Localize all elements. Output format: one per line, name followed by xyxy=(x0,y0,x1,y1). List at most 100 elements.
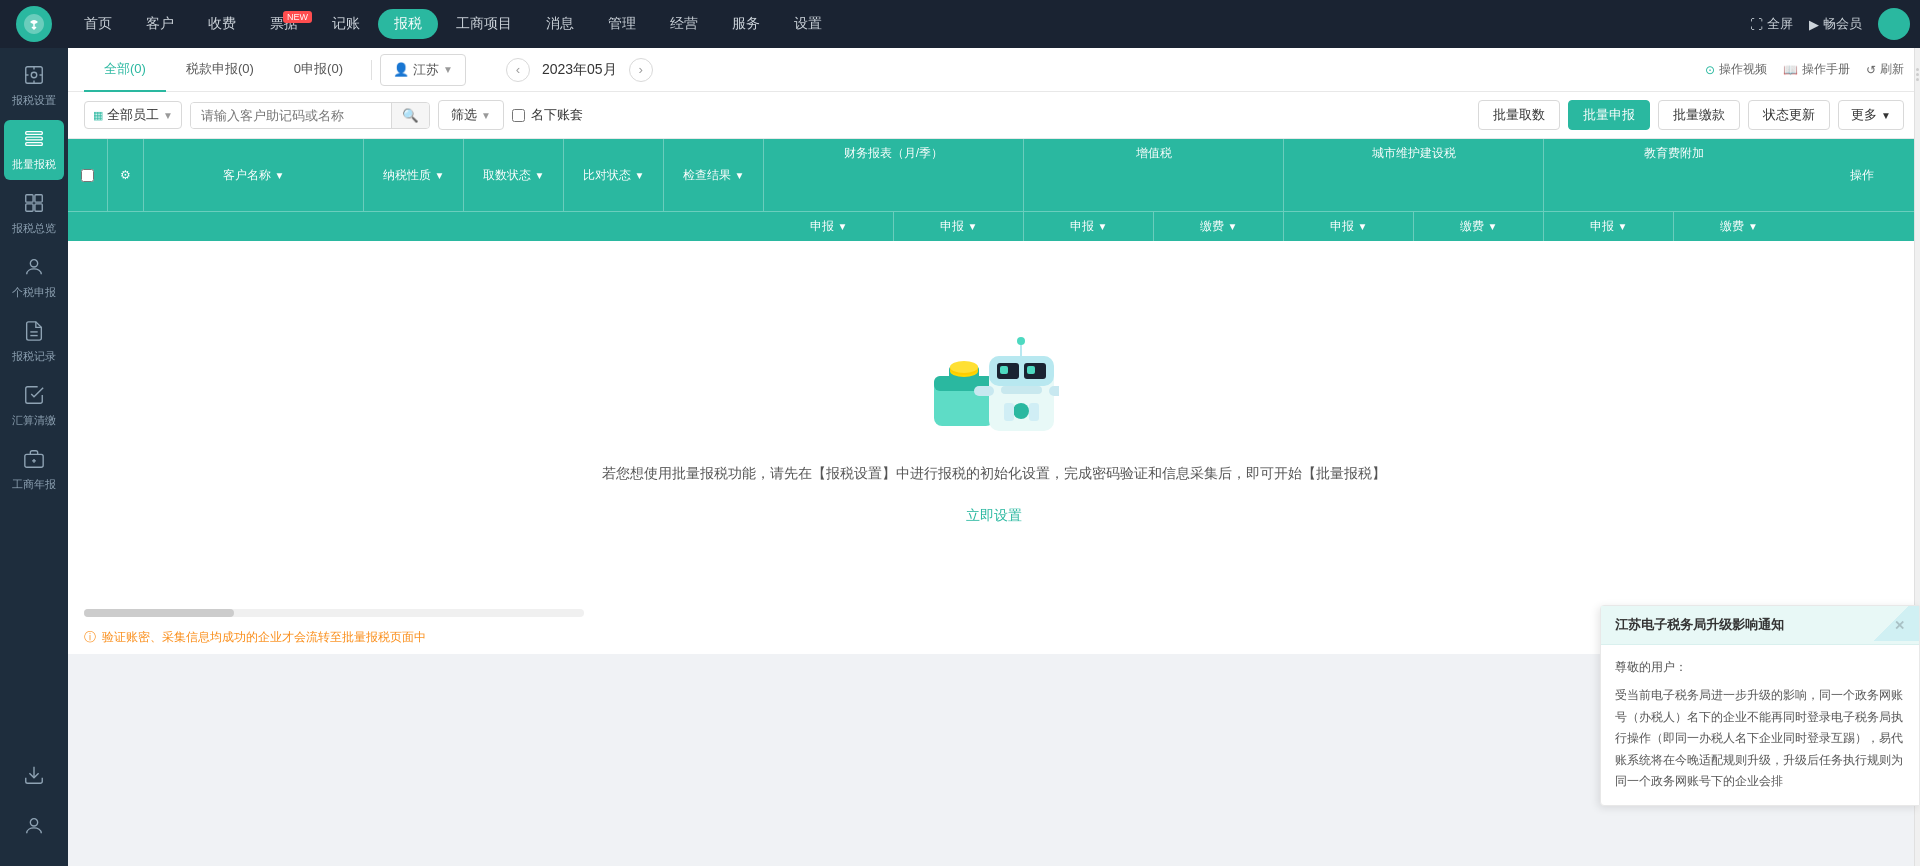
financial-declare-filter-icon[interactable]: ▼ xyxy=(838,221,848,232)
refresh-button[interactable]: ↺ 刷新 xyxy=(1866,61,1904,78)
tab-all[interactable]: 全部(0) xyxy=(84,48,166,92)
sidebar-item-batch-tax[interactable]: 批量报税 xyxy=(4,120,64,180)
svg-point-26 xyxy=(950,361,978,373)
prev-month-button[interactable]: ‹ xyxy=(506,58,530,82)
book-icon: 📖 xyxy=(1783,63,1798,77)
svg-rect-8 xyxy=(26,143,43,146)
city-declare-filter-icon[interactable]: ▼ xyxy=(1358,221,1368,232)
resize-dot xyxy=(1916,68,1919,71)
tab-zero-declare[interactable]: 0申报(0) xyxy=(274,48,363,92)
refresh-icon: ↺ xyxy=(1866,63,1876,77)
nav-operation[interactable]: 经营 xyxy=(654,9,714,39)
sidebar-account[interactable] xyxy=(15,807,53,850)
account-checkbox[interactable] xyxy=(512,109,525,122)
svg-rect-33 xyxy=(1001,386,1042,394)
warning-icon: ⓘ xyxy=(84,629,96,646)
select-all-checkbox[interactable] xyxy=(81,169,94,182)
vat-declare-filter-icon[interactable]: ▼ xyxy=(1098,221,1108,232)
financial-declare2-header: 申报 ▼ xyxy=(894,212,1024,241)
nav-manage[interactable]: 管理 xyxy=(592,9,652,39)
setup-link[interactable]: 立即设置 xyxy=(966,507,1022,525)
compare-status-filter-icon[interactable]: ▼ xyxy=(635,170,645,181)
horizontal-scrollbar[interactable] xyxy=(84,609,584,617)
current-date: 2023年05月 xyxy=(542,61,617,79)
customer-filter-icon[interactable]: ▼ xyxy=(275,170,285,181)
column-settings-icon[interactable]: ⚙ xyxy=(120,168,131,182)
batch-declare-button[interactable]: 批量申报 xyxy=(1568,100,1650,130)
sidebar-label-personal-tax: 个税申报 xyxy=(12,285,56,300)
svg-point-20 xyxy=(30,819,37,826)
video-help[interactable]: ⊙ 操作视频 xyxy=(1705,61,1767,78)
search-button[interactable]: 🔍 xyxy=(391,103,429,128)
nav-message[interactable]: 消息 xyxy=(530,9,590,39)
filter-icon: ▦ xyxy=(93,109,103,122)
city-declare-header: 申报 ▼ xyxy=(1284,212,1414,241)
tab-tax-declare[interactable]: 税款申报(0) xyxy=(166,48,274,92)
region-selector[interactable]: 👤 江苏 ▼ xyxy=(380,54,466,86)
fetch-status-filter-icon[interactable]: ▼ xyxy=(535,170,545,181)
nav-service[interactable]: 服务 xyxy=(716,9,776,39)
operation-header: 操作 xyxy=(1804,139,1920,211)
filter-button[interactable]: 筛选 ▼ xyxy=(438,100,504,130)
city-maintenance-group-header: 城市维护建设税 xyxy=(1284,139,1544,211)
sidebar-label-tax-records: 报税记录 xyxy=(12,349,56,364)
vat-pay-filter-icon[interactable]: ▼ xyxy=(1228,221,1238,232)
svg-rect-9 xyxy=(26,195,33,202)
nav-settings[interactable]: 设置 xyxy=(778,9,838,39)
robot-illustration xyxy=(929,321,1059,441)
nav-customer[interactable]: 客户 xyxy=(130,9,190,39)
check-result-filter-icon[interactable]: ▼ xyxy=(735,170,745,181)
top-navigation: 首页 客户 收费 票据 NEW 记账 报税 工商项目 消息 管理 经营 服务 设… xyxy=(0,0,1920,48)
fullscreen-button[interactable]: ⛶ 全屏 xyxy=(1750,15,1793,33)
account-checkbox-label[interactable]: 名下账套 xyxy=(512,106,583,124)
svg-rect-39 xyxy=(974,386,994,396)
tax-nature-filter-icon[interactable]: ▼ xyxy=(435,170,445,181)
new-badge: NEW xyxy=(283,11,312,23)
sidebar-item-settlement[interactable]: 汇算清缴 xyxy=(4,376,64,436)
logo-icon xyxy=(16,6,52,42)
scrollbar-thumb[interactable] xyxy=(84,609,234,617)
batch-pay-button[interactable]: 批量缴款 xyxy=(1658,100,1740,130)
sidebar-item-tax-records[interactable]: 报税记录 xyxy=(4,312,64,372)
search-input[interactable] xyxy=(191,103,391,128)
batch-fetch-button[interactable]: 批量取数 xyxy=(1478,100,1560,130)
svg-rect-12 xyxy=(35,204,42,211)
sidebar-item-tax-settings[interactable]: 报税设置 xyxy=(4,56,64,116)
financial-declare2-filter-icon[interactable]: ▼ xyxy=(968,221,978,232)
notification-header: 江苏电子税务局升级影响通知 ✕ xyxy=(1601,606,1919,645)
sidebar-label-overview: 报税总览 xyxy=(12,221,56,236)
notification-content: 受当前电子税务局进一步升级的影响，同一个政务网账号（办税人）名下的企业不能再同时… xyxy=(1615,685,1905,793)
edu-declare-filter-icon[interactable]: ▼ xyxy=(1618,221,1628,232)
city-pay-filter-icon[interactable]: ▼ xyxy=(1488,221,1498,232)
employee-select[interactable]: ▦ 全部员工 ▼ xyxy=(84,101,182,129)
toolbar-right-buttons: 批量取数 批量申报 批量缴款 状态更新 更多 ▼ xyxy=(1478,100,1904,130)
empty-message: 若您想使用批量报税功能，请先在【报税设置】中进行报税的初始化设置，完成密码验证和… xyxy=(602,465,1386,483)
app-logo[interactable] xyxy=(10,0,58,48)
nav-business[interactable]: 工商项目 xyxy=(440,9,528,39)
member-button[interactable]: ▶ 畅会员 xyxy=(1809,15,1862,33)
table-header: ⚙ 客户名称 ▼ 纳税性质 ▼ 取数状态 ▼ xyxy=(68,139,1920,241)
notification-close-button[interactable]: ✕ xyxy=(1894,618,1905,633)
nav-tax[interactable]: 报税 xyxy=(378,9,438,39)
svg-rect-7 xyxy=(26,137,43,140)
svg-point-13 xyxy=(30,260,37,267)
sidebar-item-overview[interactable]: 报税总览 xyxy=(4,184,64,244)
settlement-icon xyxy=(23,384,45,409)
nav-invoice[interactable]: 票据 NEW xyxy=(254,9,314,39)
user-avatar[interactable] xyxy=(1878,8,1910,40)
svg-rect-6 xyxy=(26,132,43,135)
chevron-down-icon: ▼ xyxy=(443,64,453,75)
edu-pay-filter-icon[interactable]: ▼ xyxy=(1748,221,1758,232)
nav-home[interactable]: 首页 xyxy=(68,9,128,39)
next-month-button[interactable]: › xyxy=(629,58,653,82)
sidebar-label-batch-tax: 批量报税 xyxy=(12,157,56,172)
more-button[interactable]: 更多 ▼ xyxy=(1838,100,1904,130)
manual-help[interactable]: 📖 操作手册 xyxy=(1783,61,1850,78)
nav-accounting[interactable]: 记账 xyxy=(316,9,376,39)
sidebar-item-annual-report[interactable]: 工商年报 xyxy=(4,440,64,500)
nav-fee[interactable]: 收费 xyxy=(192,9,252,39)
sidebar-download[interactable] xyxy=(15,756,53,799)
data-table: ⚙ 客户名称 ▼ 纳税性质 ▼ 取数状态 ▼ xyxy=(68,139,1920,605)
sidebar-item-personal-tax[interactable]: 个税申报 xyxy=(4,248,64,308)
status-update-button[interactable]: 状态更新 xyxy=(1748,100,1830,130)
